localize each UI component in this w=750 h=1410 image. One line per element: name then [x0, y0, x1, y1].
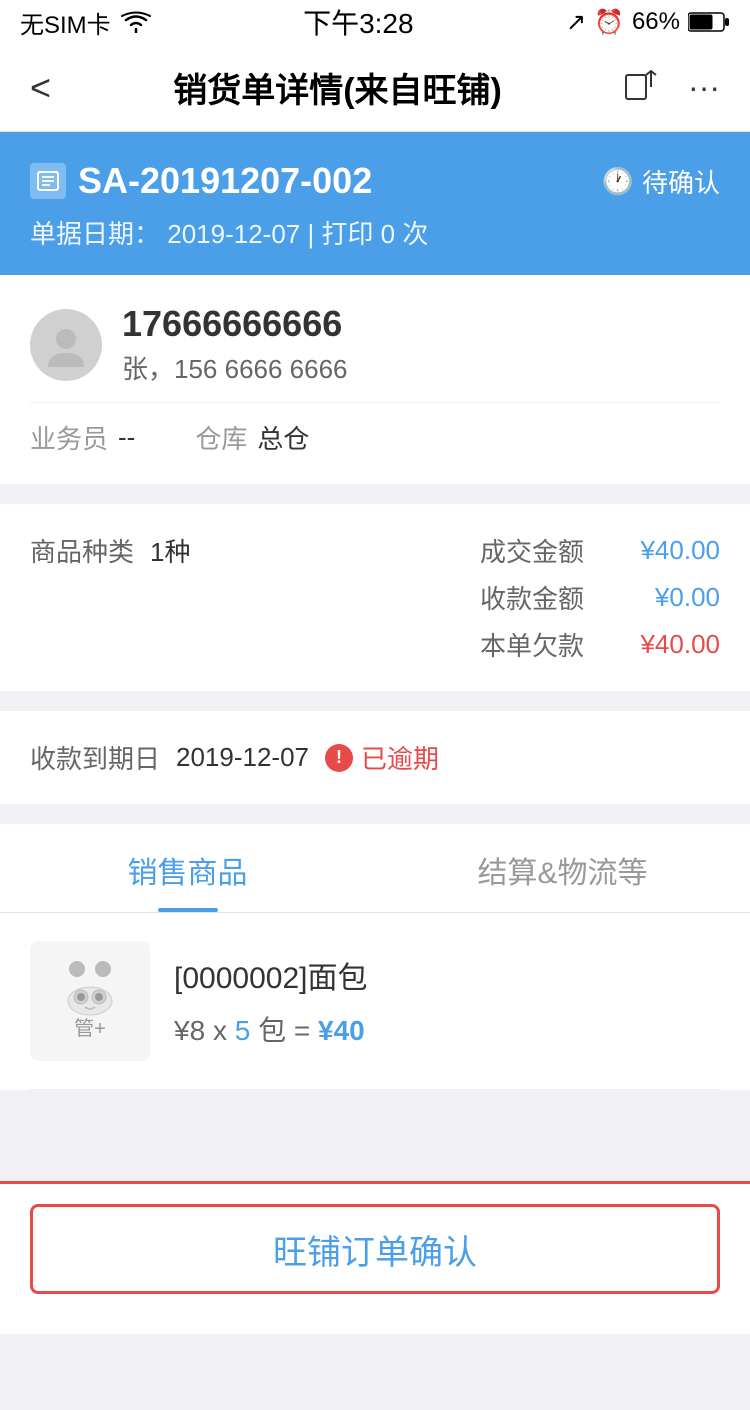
- summary-section: 商品种类 1种 成交金额 ¥40.00 收款金额 ¥0.00 本单欠款 ¥40.…: [0, 504, 750, 691]
- wifi-icon: [121, 11, 151, 33]
- customer-avatar: [30, 309, 102, 381]
- product-type-value: 1种: [150, 532, 190, 569]
- overdue-text: 已逾期: [361, 739, 439, 776]
- customer-name: 张，156 6666 6666: [122, 349, 348, 386]
- amounts: 成交金额 ¥40.00 收款金额 ¥0.00 本单欠款 ¥40.00: [480, 532, 720, 663]
- due-date-label: 收款到期日: [30, 739, 160, 776]
- balance-value: ¥40.00: [600, 629, 720, 660]
- bottom-bar: 旺铺订单确认: [0, 1181, 750, 1334]
- product-type: 商品种类 1种: [30, 532, 190, 569]
- more-icon[interactable]: ···: [688, 69, 720, 106]
- due-date-section: 收款到期日 2019-12-07 ! 已逾期: [0, 711, 750, 804]
- overdue-icon: !: [325, 744, 353, 772]
- customer-meta: 业务员 -- 仓库 总仓: [30, 402, 720, 456]
- amount-label: 成交金额: [480, 532, 584, 569]
- customer-phone: 17666666666: [122, 303, 348, 345]
- location-icon: ↗: [566, 8, 586, 37]
- share-icon[interactable]: [624, 67, 658, 109]
- product-item: 管+ [0000002]面包 ¥8 x 5 包 = ¥40: [30, 913, 720, 1090]
- tab-bar: 销售商品 结算&物流等: [0, 824, 750, 913]
- received-value: ¥0.00: [600, 582, 720, 613]
- back-button[interactable]: <: [30, 67, 51, 109]
- battery-icon: [688, 11, 730, 33]
- overdue-badge: ! 已逾期: [325, 739, 439, 776]
- received-label: 收款金额: [480, 579, 584, 616]
- clock-icon: 🕐: [602, 166, 634, 197]
- amount-value: ¥40.00: [600, 535, 720, 566]
- nav-bar: < 销货单详情(来自旺铺) ···: [0, 44, 750, 132]
- product-name: [0000002]面包: [174, 953, 720, 997]
- product-type-label: 商品种类: [30, 532, 134, 569]
- page-title: 销货单详情(来自旺铺): [173, 63, 502, 112]
- product-price-line: ¥8 x 5 包 = ¥40: [174, 1009, 720, 1049]
- tab-products[interactable]: 销售商品: [0, 824, 375, 912]
- status-bar: 无SIM卡 下午3:28 ↗ ⏰ 66%: [0, 0, 750, 44]
- order-status: 🕐 待确认: [602, 163, 720, 200]
- customer-section: 17666666666 张，156 6666 6666 业务员 -- 仓库 总仓: [0, 275, 750, 484]
- order-date: 单据日期： 2019-12-07 | 打印 0 次: [30, 214, 720, 251]
- status-bar-right: ↗ ⏰ 66%: [566, 8, 730, 37]
- product-total: ¥40: [318, 1015, 365, 1046]
- product-qty: 5: [235, 1015, 251, 1046]
- carrier-label: 无SIM卡: [20, 5, 111, 40]
- alarm-icon: ⏰: [594, 8, 624, 37]
- tab-settlement[interactable]: 结算&物流等: [375, 824, 750, 912]
- order-header: SA-20191207-002 🕐 待确认 单据日期： 2019-12-07 |…: [0, 132, 750, 275]
- confirm-button[interactable]: 旺铺订单确认: [30, 1204, 720, 1294]
- warehouse-label: 仓库: [195, 419, 247, 456]
- product-price: ¥8: [174, 1015, 205, 1046]
- status-bar-left: 无SIM卡: [20, 5, 151, 40]
- order-icon: [30, 163, 66, 199]
- salesperson-value: --: [118, 422, 135, 453]
- balance-label: 本单欠款: [480, 626, 584, 663]
- order-id: SA-20191207-002: [30, 160, 372, 202]
- status-bar-time: 下午3:28: [303, 2, 414, 42]
- product-thumbnail: 管+: [30, 941, 150, 1061]
- product-info: [0000002]面包 ¥8 x 5 包 = ¥40: [174, 953, 720, 1049]
- battery-label: 66%: [632, 8, 680, 36]
- salesperson-label: 业务员: [30, 419, 108, 456]
- warehouse-value: 总仓: [257, 419, 309, 456]
- due-date-value: 2019-12-07: [176, 742, 309, 773]
- product-list: 管+ [0000002]面包 ¥8 x 5 包 = ¥40: [0, 913, 750, 1090]
- nav-actions: ···: [624, 67, 720, 109]
